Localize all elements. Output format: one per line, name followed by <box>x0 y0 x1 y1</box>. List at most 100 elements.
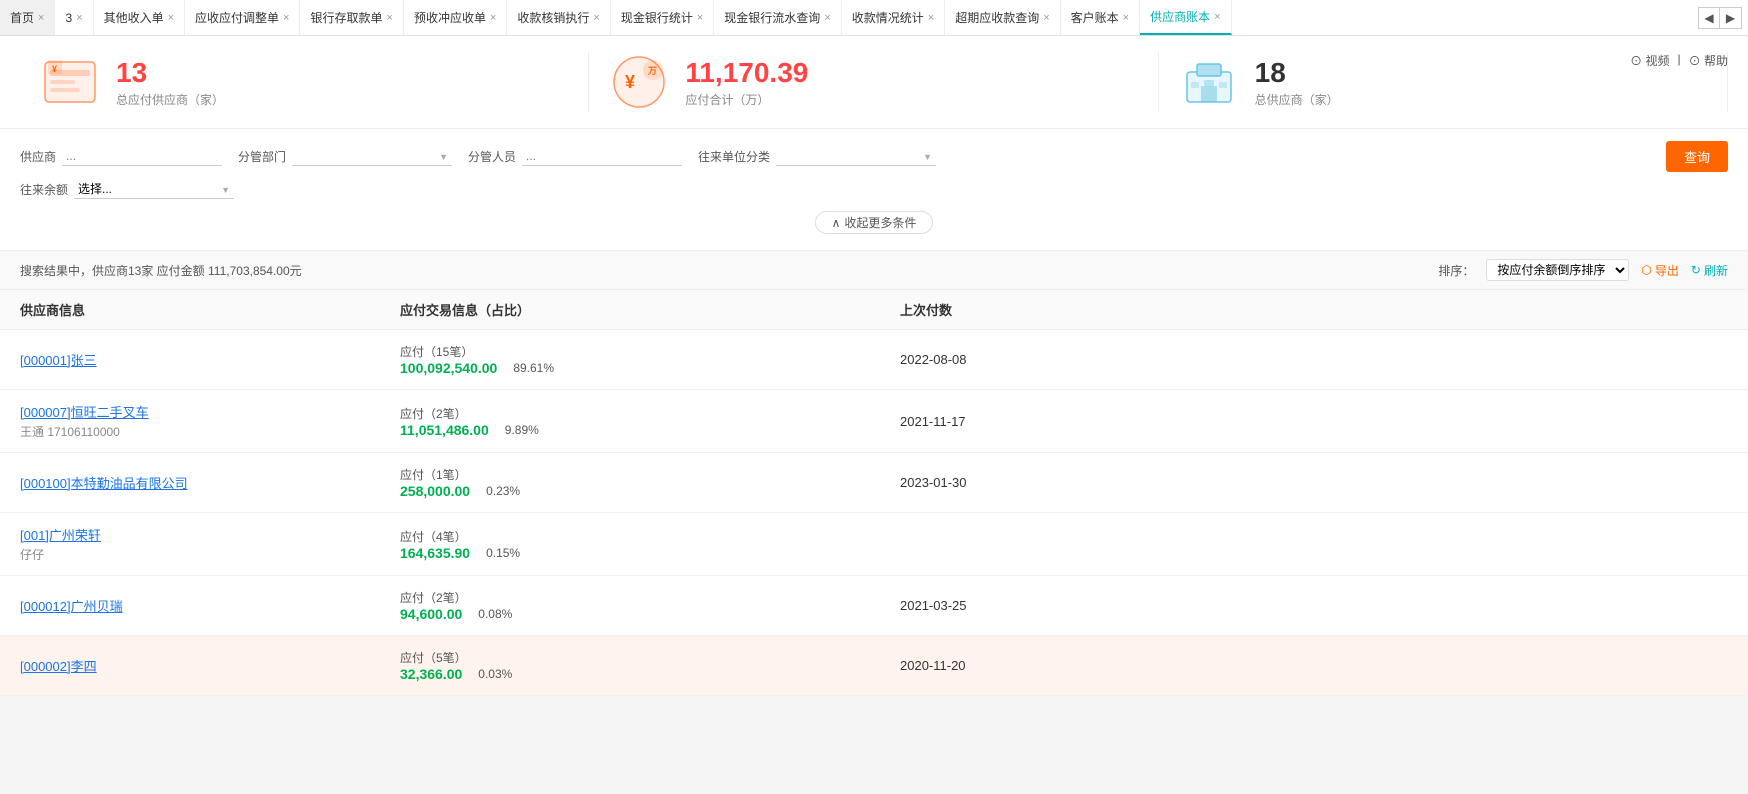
table-row: [000007]恒旺二手叉车 王通 17106110000 应付（2笔） 11,… <box>0 390 1748 453</box>
export-button[interactable]: ⬡ 导出 <box>1641 262 1679 279</box>
filter-section: 供应商 分管部门 分管人员 往来单位分类 查询 往来 <box>0 129 1748 251</box>
nav-other-income[interactable]: 其他收入单 × <box>94 0 185 35</box>
nav-left-arrow[interactable]: ◀ <box>1698 7 1720 29</box>
nav-adjust-close[interactable]: × <box>283 12 289 24</box>
summary-label-3: 总供应商（家） <box>1255 91 1339 108</box>
supplier-link-1[interactable]: [000007]恒旺二手叉车 <box>20 402 400 421</box>
nav-customer-ledger-close[interactable]: × <box>1123 12 1129 24</box>
supplier-info-0: [000001]张三 <box>20 350 400 369</box>
refresh-button[interactable]: ↻ 刷新 <box>1691 262 1728 279</box>
balance-label: 往来余额 <box>20 181 68 198</box>
trans-amount-4[interactable]: 94,600.00 <box>400 606 462 622</box>
table-row: [000100]本特勤油品有限公司 应付（1笔） 258,000.00 0.23… <box>0 453 1748 513</box>
nav-bank-deposit[interactable]: 银行存取款单 × <box>300 0 403 35</box>
category-label: 往来单位分类 <box>698 148 770 165</box>
supplier-link-4[interactable]: [000012]广州贝瑞 <box>20 596 400 615</box>
nav-collection[interactable]: 收款核销执行 × <box>507 0 610 35</box>
nav-collection-close[interactable]: × <box>593 12 599 24</box>
nav-supplier-ledger[interactable]: 供应商账本 × <box>1140 0 1231 35</box>
person-input[interactable] <box>522 147 682 166</box>
nav-cash-flow-close[interactable]: × <box>824 12 830 24</box>
sort-label: 排序： <box>1438 262 1474 279</box>
nav-adjust-label: 应收应付调整单 <box>195 9 279 26</box>
last-pay-1: 2021-11-17 <box>900 414 1728 429</box>
summary-card-1: ¥ 13 总应付供应商（家） <box>20 52 589 112</box>
balance-select[interactable]: 选择... <box>74 180 234 199</box>
top-right-links: ⊙ 视频 | ⊙ 帮助 <box>1630 52 1728 69</box>
nav-3-label: 3 <box>65 11 72 25</box>
trans-amount-2[interactable]: 258,000.00 <box>400 483 470 499</box>
trans-amount-5[interactable]: 32,366.00 <box>400 666 462 682</box>
supplier-info-4: [000012]广州贝瑞 <box>20 596 400 615</box>
transaction-info-1: 应付（2笔） 11,051,486.00 9.89% <box>400 405 900 438</box>
nav-other-income-close[interactable]: × <box>168 12 174 24</box>
nav-supplier-ledger-close[interactable]: × <box>1214 11 1220 23</box>
video-label: 视频 <box>1645 54 1669 68</box>
trans-percent-3: 0.15% <box>486 546 520 560</box>
header-lastpay: 上次付数 <box>900 300 1728 319</box>
nav-home-close[interactable]: × <box>38 12 44 24</box>
trans-amount-1[interactable]: 11,051,486.00 <box>400 422 489 438</box>
nav-3-close[interactable]: × <box>76 12 82 24</box>
filter-category: 往来单位分类 <box>698 147 936 166</box>
help-link[interactable]: ⊙ 帮助 <box>1689 52 1728 69</box>
nav-scroll-arrows: ◀ ▶ <box>1692 7 1748 29</box>
nav-cash-stats-close[interactable]: × <box>697 12 703 24</box>
filter-person: 分管人员 <box>468 147 682 166</box>
transaction-info-2: 应付（1笔） 258,000.00 0.23% <box>400 466 900 499</box>
refresh-label: 刷新 <box>1704 262 1728 279</box>
nav-customer-ledger[interactable]: 客户账本 × <box>1061 0 1140 35</box>
nav-home[interactable]: 首页 × <box>0 0 55 35</box>
nav-collection-stats-close[interactable]: × <box>928 12 934 24</box>
dept-select[interactable] <box>292 147 452 166</box>
nav-prepay-close[interactable]: × <box>490 12 496 24</box>
summary-text-2: 11,170.39 应付合计（万） <box>685 56 808 109</box>
transaction-info-4: 应付（2笔） 94,600.00 0.08% <box>400 589 900 622</box>
nav-prepay[interactable]: 预收冲应收单 × <box>404 0 507 35</box>
nav-overdue-close[interactable]: × <box>1043 12 1049 24</box>
trans-percent-4: 0.08% <box>478 607 512 621</box>
nav-right-arrow[interactable]: ▶ <box>1720 7 1742 29</box>
last-pay-5: 2020-11-20 <box>900 658 1728 673</box>
video-link[interactable]: ⊙ 视频 <box>1630 52 1669 69</box>
supplier-link-0[interactable]: [000001]张三 <box>20 350 400 369</box>
supplier-input[interactable] <box>62 147 222 166</box>
supplier-link-3[interactable]: [001]广州荣轩 <box>20 525 400 544</box>
video-icon: ⊙ <box>1630 54 1642 68</box>
dept-select-wrapper <box>292 147 452 166</box>
nav-cash-flow[interactable]: 现金银行流水查询 × <box>714 0 841 35</box>
nav-bank-deposit-close[interactable]: × <box>387 12 393 24</box>
last-pay-0: 2022-08-08 <box>900 352 1728 367</box>
supplier-sub-3: 仔仔 <box>20 546 400 563</box>
trans-amount-3[interactable]: 164,635.90 <box>400 545 470 561</box>
summary-number-2: 11,170.39 <box>685 56 808 90</box>
summary-text-1: 13 总应付供应商（家） <box>116 56 224 109</box>
last-pay-4: 2021-03-25 <box>900 598 1728 613</box>
header-transaction: 应付交易信息（占比） <box>400 300 900 319</box>
supplier-link-5[interactable]: [000002]李四 <box>20 656 400 675</box>
nav-adjust[interactable]: 应收应付调整单 × <box>185 0 300 35</box>
sort-select[interactable]: 按应付余额倒序排序 <box>1486 259 1629 281</box>
nav-overdue[interactable]: 超期应收款查询 × <box>945 0 1060 35</box>
table-header: 供应商信息 应付交易信息（占比） 上次付数 <box>0 290 1748 330</box>
header-supplier: 供应商信息 <box>20 300 400 319</box>
filter-row-1: 供应商 分管部门 分管人员 往来单位分类 查询 <box>20 141 1728 172</box>
collapse-button[interactable]: ∧ 收起更多条件 <box>815 211 934 234</box>
help-label: 帮助 <box>1704 54 1728 68</box>
trans-amount-0[interactable]: 100,092,540.00 <box>400 360 497 376</box>
total-supplier-icon <box>1179 52 1239 112</box>
nav-collection-stats-label: 收款情况统计 <box>852 9 924 26</box>
help-icon: ⊙ <box>1689 54 1701 68</box>
category-select[interactable] <box>776 147 936 166</box>
supplier-link-2[interactable]: [000100]本特勤油品有限公司 <box>20 473 400 492</box>
trans-label-5: 应付（5笔） <box>400 649 900 666</box>
nav-supplier-ledger-label: 供应商账本 <box>1150 8 1210 25</box>
search-button[interactable]: 查询 <box>1666 141 1728 172</box>
last-pay-2: 2023-01-30 <box>900 475 1728 490</box>
summary-label-2: 应付合计（万） <box>685 91 808 108</box>
nav-cash-stats[interactable]: 现金银行统计 × <box>611 0 714 35</box>
nav-collection-stats[interactable]: 收款情况统计 × <box>842 0 945 35</box>
nav-bank-deposit-label: 银行存取款单 <box>310 9 382 26</box>
filter-row-2: 往来余额 选择... <box>20 180 1728 199</box>
nav-3[interactable]: 3 × <box>55 0 93 35</box>
